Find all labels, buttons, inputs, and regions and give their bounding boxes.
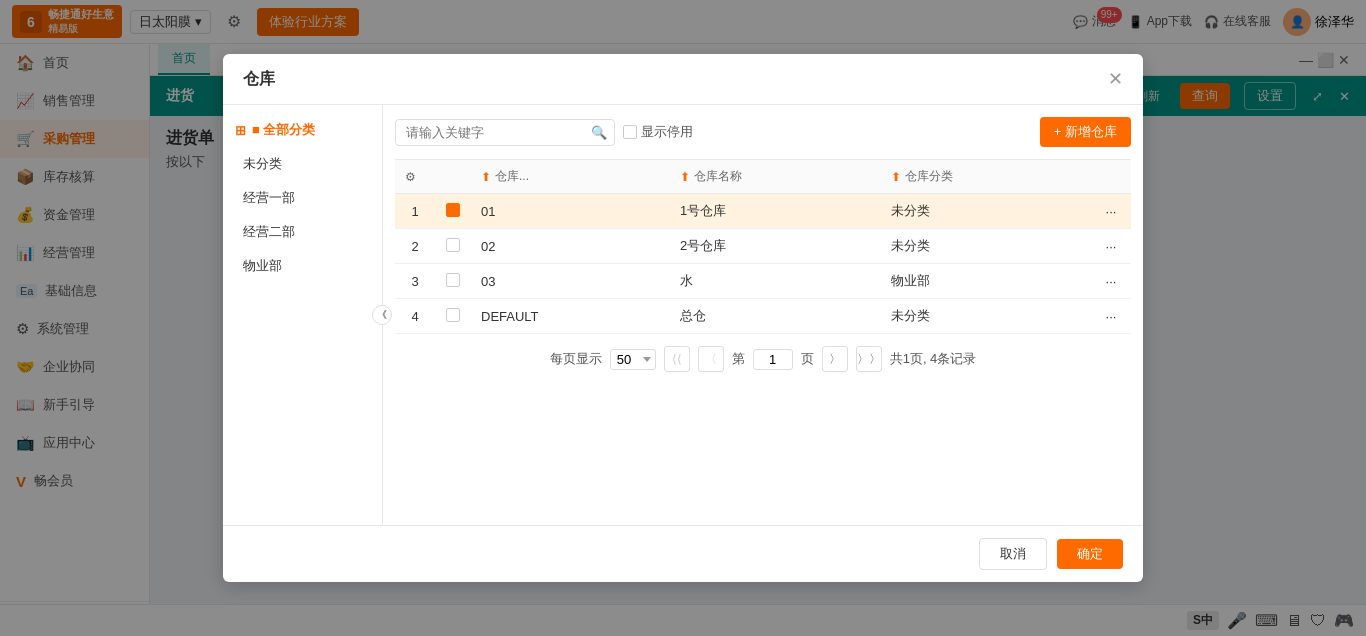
- row-code: DEFAULT: [471, 299, 670, 334]
- per-page-select[interactable]: 50 20 100: [610, 349, 656, 370]
- cancel-button[interactable]: 取消: [979, 538, 1047, 570]
- table-row[interactable]: 2 02 2号仓库 未分类 ···: [395, 229, 1131, 264]
- row-name: 水: [670, 264, 880, 299]
- gear-icon: ⚙: [405, 170, 416, 184]
- th-checkbox: [435, 160, 471, 194]
- first-page-button[interactable]: ⟨⟨: [664, 346, 690, 372]
- category-item-unclassified[interactable]: 未分类: [223, 147, 382, 181]
- sort-name-icon[interactable]: ⬆: [680, 170, 690, 184]
- th-category: ⬆ 仓库分类: [881, 160, 1091, 194]
- row-more[interactable]: ···: [1091, 299, 1131, 334]
- row-category: 未分类: [881, 299, 1091, 334]
- warehouse-modal: 仓库 ✕ ⊞ ■ 全部分类 未分类 经营一部 经营二部 物业部 《: [223, 54, 1143, 582]
- modal-close-button[interactable]: ✕: [1108, 68, 1123, 90]
- search-wrap: 🔍: [395, 119, 615, 146]
- show-disabled-toggle[interactable]: 显示停用: [623, 123, 693, 141]
- modal-header: 仓库 ✕: [223, 54, 1143, 105]
- row-checkbox[interactable]: [435, 194, 471, 229]
- pagination: 每页显示 50 20 100 ⟨⟨ 〈 第 页 〉 〉〉 共1页, 4条记录: [395, 334, 1131, 376]
- categories-header-label: ■ 全部分类: [252, 121, 315, 139]
- sort-code-icon[interactable]: ⬆: [481, 170, 491, 184]
- row-code: 03: [471, 264, 670, 299]
- category-item-property[interactable]: 物业部: [223, 249, 382, 283]
- sort-cat-icon[interactable]: ⬆: [891, 170, 901, 184]
- table-header-row: ⚙ ⬆ 仓库... ⬆ 仓库名称: [395, 160, 1131, 194]
- row-category: 未分类: [881, 194, 1091, 229]
- th-settings: ⚙: [395, 160, 435, 194]
- row-more[interactable]: ···: [1091, 229, 1131, 264]
- th-more: [1091, 160, 1131, 194]
- disabled-checkbox[interactable]: [623, 125, 637, 139]
- row-category: 物业部: [881, 264, 1091, 299]
- category-item-ops2[interactable]: 经营二部: [223, 215, 382, 249]
- modal-body: ⊞ ■ 全部分类 未分类 经营一部 经营二部 物业部 《 🔍: [223, 105, 1143, 525]
- total-label: 共1页, 4条记录: [890, 350, 977, 368]
- row-checkbox[interactable]: [435, 264, 471, 299]
- modal-footer: 取消 确定: [223, 525, 1143, 582]
- row-name: 总仓: [670, 299, 880, 334]
- table-row[interactable]: 4 DEFAULT 总仓 未分类 ···: [395, 299, 1131, 334]
- show-disabled-label: 显示停用: [641, 123, 693, 141]
- th-name: ⬆ 仓库名称: [670, 160, 880, 194]
- next-page-button[interactable]: 〉: [822, 346, 848, 372]
- table-row[interactable]: 3 03 水 物业部 ···: [395, 264, 1131, 299]
- warehouse-table: ⚙ ⬆ 仓库... ⬆ 仓库名称: [395, 159, 1131, 334]
- table-toolbar: 🔍 显示停用 + 新增仓库: [395, 117, 1131, 147]
- table-area: 🔍 显示停用 + 新增仓库 ⚙: [383, 105, 1143, 525]
- row-checkbox[interactable]: [435, 299, 471, 334]
- row-num: 3: [395, 264, 435, 299]
- per-page-label: 每页显示: [550, 350, 602, 368]
- prev-page-button[interactable]: 〈: [698, 346, 724, 372]
- page-label: 第: [732, 350, 745, 368]
- row-category: 未分类: [881, 229, 1091, 264]
- add-warehouse-button[interactable]: + 新增仓库: [1040, 117, 1131, 147]
- search-input[interactable]: [395, 119, 615, 146]
- row-num: 1: [395, 194, 435, 229]
- row-more[interactable]: ···: [1091, 264, 1131, 299]
- row-name: 2号仓库: [670, 229, 880, 264]
- row-num: 4: [395, 299, 435, 334]
- search-icon[interactable]: 🔍: [591, 125, 607, 140]
- table-row[interactable]: 1 01 1号仓库 未分类 ···: [395, 194, 1131, 229]
- page-end-label: 页: [801, 350, 814, 368]
- row-more[interactable]: ···: [1091, 194, 1131, 229]
- row-name: 1号仓库: [670, 194, 880, 229]
- row-num: 2: [395, 229, 435, 264]
- collapse-panel-button[interactable]: 《: [372, 305, 392, 325]
- last-page-button[interactable]: 〉〉: [856, 346, 882, 372]
- row-code: 02: [471, 229, 670, 264]
- row-code: 01: [471, 194, 670, 229]
- page-input[interactable]: [753, 349, 793, 370]
- th-code: ⬆ 仓库...: [471, 160, 670, 194]
- row-checkbox[interactable]: [435, 229, 471, 264]
- all-categories-button[interactable]: ⊞ ■ 全部分类: [223, 113, 382, 147]
- category-item-ops1[interactable]: 经营一部: [223, 181, 382, 215]
- modal-overlay[interactable]: 仓库 ✕ ⊞ ■ 全部分类 未分类 经营一部 经营二部 物业部 《: [0, 0, 1366, 636]
- category-panel: ⊞ ■ 全部分类 未分类 经营一部 经营二部 物业部 《: [223, 105, 383, 525]
- grid-icon: ⊞: [235, 123, 246, 138]
- confirm-button[interactable]: 确定: [1057, 539, 1123, 569]
- modal-title: 仓库: [243, 69, 275, 90]
